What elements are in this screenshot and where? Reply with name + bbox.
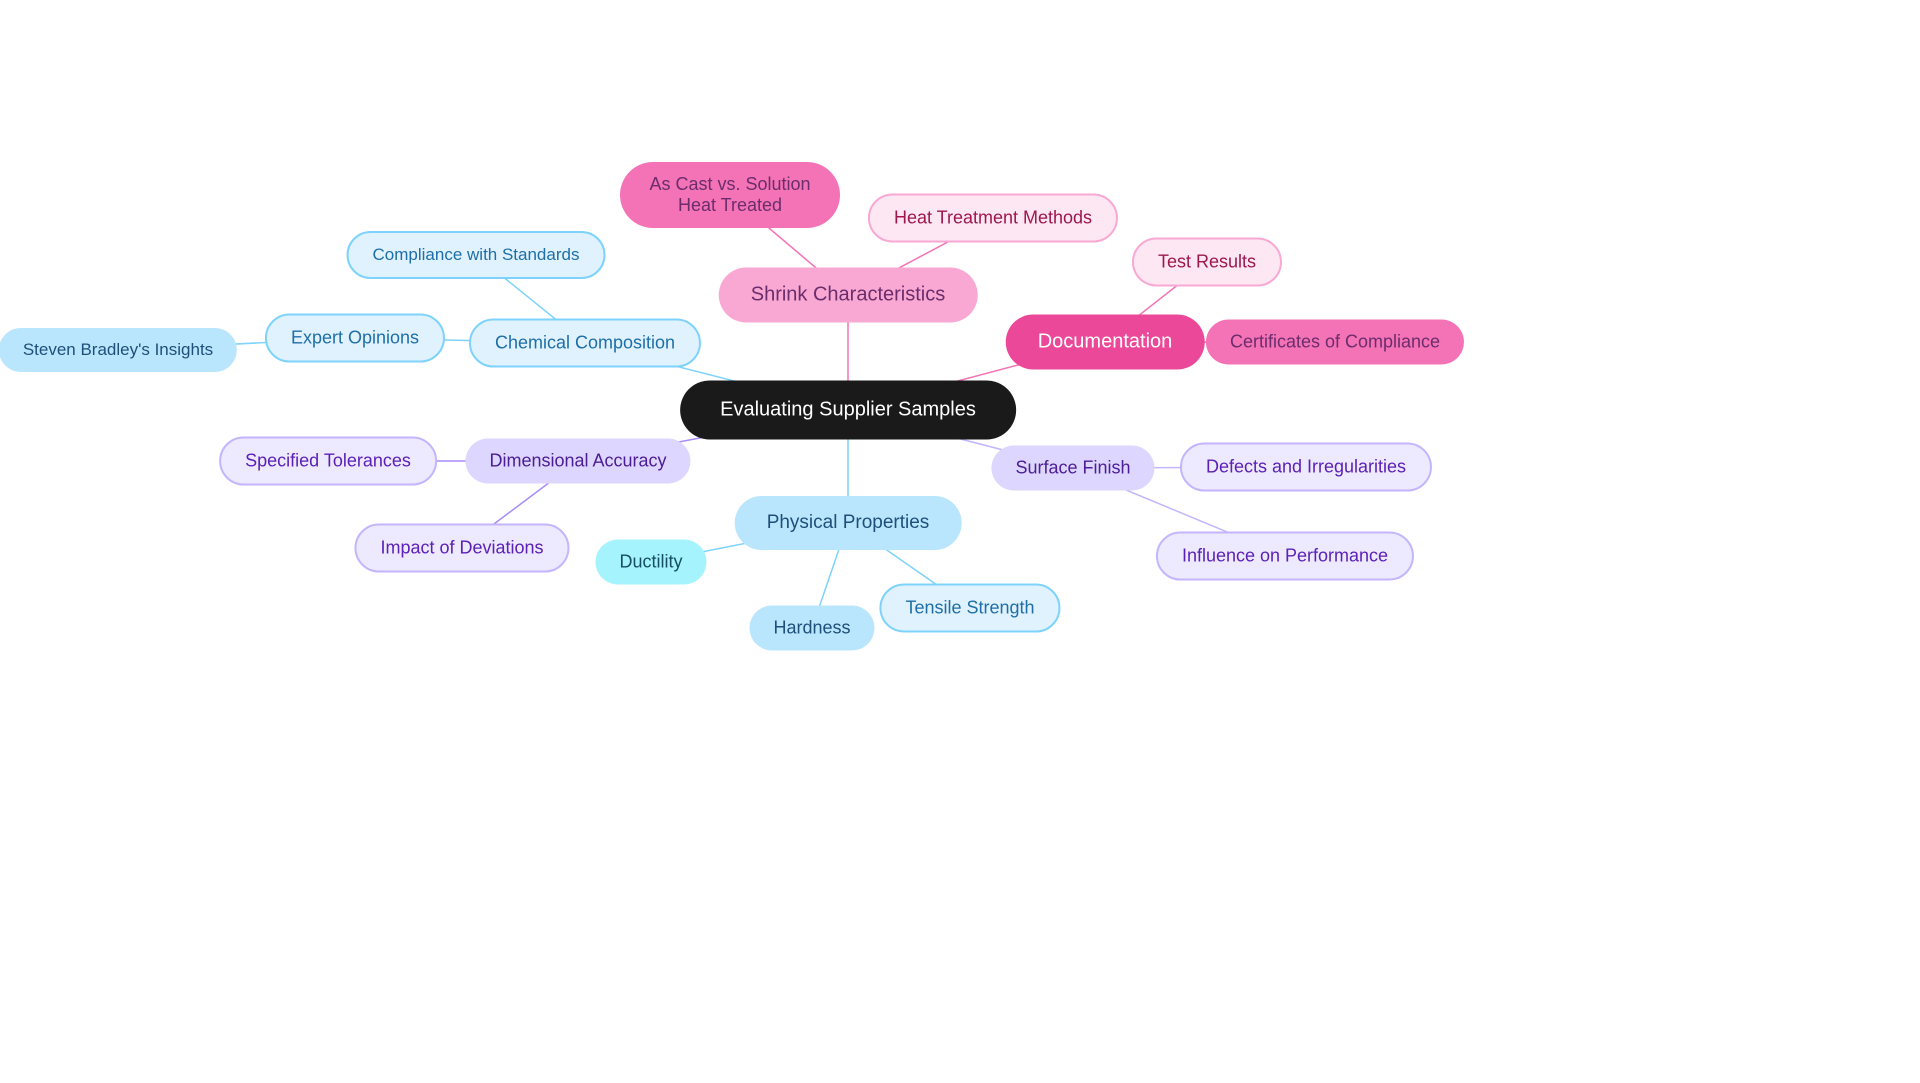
documentation-node[interactable]: Documentation xyxy=(1006,315,1205,370)
compliance-node[interactable]: Compliance with Standards xyxy=(347,231,606,279)
dimensional-accuracy-node[interactable]: Dimensional Accuracy xyxy=(465,439,690,484)
heat-treatment-node[interactable]: Heat Treatment Methods xyxy=(868,194,1118,243)
hardness-node[interactable]: Hardness xyxy=(749,606,874,651)
surface-finish-node[interactable]: Surface Finish xyxy=(991,446,1154,491)
certificates-node[interactable]: Certificates of Compliance xyxy=(1206,320,1464,365)
physical-properties-node[interactable]: Physical Properties xyxy=(735,496,962,550)
center-node[interactable]: Evaluating Supplier Samples xyxy=(680,381,1016,440)
defects-node[interactable]: Defects and Irregularities xyxy=(1180,443,1432,492)
tensile-strength-node[interactable]: Tensile Strength xyxy=(879,584,1060,633)
test-results-node[interactable]: Test Results xyxy=(1132,238,1282,287)
shrink-characteristics-node[interactable]: Shrink Characteristics xyxy=(719,268,978,323)
expert-opinions-node[interactable]: Expert Opinions xyxy=(265,314,445,363)
steven-bradley-node[interactable]: Steven Bradley's Insights xyxy=(0,328,237,372)
ductility-node[interactable]: Ductility xyxy=(595,540,706,585)
mind-map: Evaluating Supplier Samples Shrink Chara… xyxy=(0,0,1920,1083)
influence-node[interactable]: Influence on Performance xyxy=(1156,532,1414,581)
chemical-composition-node[interactable]: Chemical Composition xyxy=(469,319,701,368)
connections-svg xyxy=(0,0,1920,1083)
as-cast-node[interactable]: As Cast vs. Solution Heat Treated xyxy=(620,162,840,228)
specified-tolerances-node[interactable]: Specified Tolerances xyxy=(219,437,437,486)
impact-deviations-node[interactable]: Impact of Deviations xyxy=(354,524,569,573)
